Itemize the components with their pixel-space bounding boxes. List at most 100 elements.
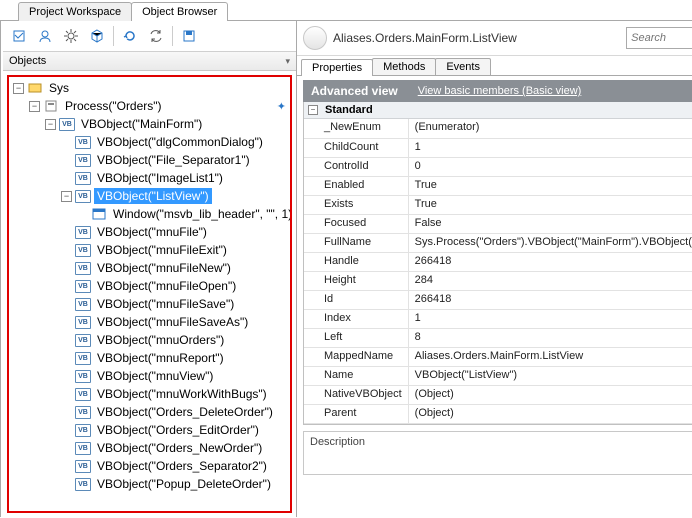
property-row[interactable]: FullNameSys.Process("Orders").VBObject("… [304,233,692,252]
toolbar-btn-refresh[interactable] [118,24,142,48]
property-value[interactable]: VBObject("ListView") [408,366,692,385]
vb-icon: VB [75,296,91,312]
property-name: Enabled [304,176,408,195]
expand-icon[interactable]: − [13,83,24,94]
tree-node[interactable]: VBVBObject("ImageList1") [11,169,290,187]
property-row[interactable]: Left8 [304,328,692,347]
objects-header-dropdown-icon[interactable]: ▾ [285,56,290,67]
property-value[interactable]: 266418 [408,252,692,271]
vb-icon: VB [75,458,91,474]
property-row[interactable]: NameVBObject("ListView") [304,366,692,385]
property-row[interactable]: NativeVBObject(Object)… [304,385,692,404]
tree-label: Window("msvb_lib_header", "", 1) [110,206,292,222]
property-row[interactable]: Parent(Object)… [304,404,692,423]
property-row[interactable]: Id266418 [304,290,692,309]
property-name: Height [304,271,408,290]
tree-node-listview-child[interactable]: Window("msvb_lib_header", "", 1) [11,205,290,223]
property-value[interactable]: 0 [408,157,692,176]
tree-label: VBObject("File_Separator1") [94,152,253,168]
leaf-spacer [61,245,72,256]
section-standard[interactable]: − Standard [304,102,692,119]
property-row[interactable]: Index1 [304,309,692,328]
tree-node[interactable]: VBVBObject("Orders_Separator2") [11,457,290,475]
properties-header: Aliases.Orders.MainForm.ListView 🔍▾ [297,21,692,56]
hint-icon[interactable]: ✦ [277,100,286,113]
property-value[interactable]: True [408,195,692,214]
property-row[interactable]: FocusedFalse [304,214,692,233]
tree-label: VBObject("mnuOrders") [94,332,227,348]
property-row[interactable]: ChildCount1 [304,138,692,157]
property-value[interactable]: (Enumerator)… [408,119,692,138]
property-value[interactable]: 284 [408,271,692,290]
property-value[interactable]: 1 [408,138,692,157]
objects-tree[interactable]: − Sys − Process("Orders") ✦ − VB VBObjec… [7,75,292,513]
tree-node[interactable]: VBVBObject("mnuView") [11,367,290,385]
tree-node[interactable]: VBVBObject("dlgCommonDialog") [11,133,290,151]
toolbar-btn-cube[interactable] [85,24,109,48]
property-row[interactable]: ExistsTrue [304,195,692,214]
tree-node[interactable]: VBVBObject("mnuOrders") [11,331,290,349]
tab-properties[interactable]: Properties [301,59,373,76]
tree-node[interactable]: VBVBObject("mnuFileExit") [11,241,290,259]
tree-node-mainform[interactable]: − VB VBObject("MainForm") [11,115,290,133]
objects-toolbar [3,21,296,52]
toolbar-btn-save[interactable] [177,24,201,48]
property-value[interactable]: Sys.Process("Orders").VBObject("MainForm… [408,233,692,252]
tree-node[interactable]: VBVBObject("mnuWorkWithBugs") [11,385,290,403]
property-row[interactable]: ControlId0 [304,157,692,176]
basic-view-link[interactable]: View basic members (Basic view) [418,85,582,97]
tree-node[interactable]: VBVBObject("mnuFileNew") [11,259,290,277]
tree-node[interactable]: VBVBObject("Orders_DeleteOrder") [11,403,290,421]
tab-object-browser[interactable]: Object Browser [131,2,228,21]
property-value[interactable]: Aliases.Orders.MainForm.ListView… [408,347,692,366]
tree-node[interactable]: VBVBObject("mnuFileSaveAs") [11,313,290,331]
tree-label: VBObject("mnuFileExit") [94,242,230,258]
vb-icon: VB [75,170,91,186]
tree-node-process[interactable]: − Process("Orders") ✦ [11,97,290,115]
property-row[interactable]: _NewEnum(Enumerator)… [304,119,692,138]
tree-node[interactable]: VBVBObject("mnuFile") [11,223,290,241]
property-row[interactable]: Handle266418 [304,252,692,271]
property-value[interactable]: 8 [408,328,692,347]
property-value[interactable]: 1 [408,309,692,328]
tree-node[interactable]: VBVBObject("Orders_NewOrder") [11,439,290,457]
tree-node-sys[interactable]: − Sys [11,79,290,97]
property-value[interactable]: False [408,214,692,233]
toolbar-btn-settings[interactable] [59,24,83,48]
property-value[interactable]: True [408,176,692,195]
property-value[interactable]: 266418 [408,290,692,309]
leaf-spacer [61,479,72,490]
toolbar-btn-refresh-all[interactable] [144,24,168,48]
tab-events[interactable]: Events [435,58,491,75]
description-box: Description [303,431,692,475]
toolbar-btn-user[interactable] [33,24,57,48]
tree-node[interactable]: VBVBObject("Popup_DeleteOrder") [11,475,290,493]
property-name: Handle [304,252,408,271]
tab-methods[interactable]: Methods [372,58,436,75]
property-row[interactable]: EnabledTrue [304,176,692,195]
properties-panel: Aliases.Orders.MainForm.ListView 🔍▾ Prop… [297,21,692,517]
tree-node[interactable]: VBVBObject("File_Separator1") [11,151,290,169]
search-input[interactable] [626,27,692,49]
property-value[interactable]: (Object)… [408,404,692,423]
tree-node-listview[interactable]: − VB VBObject("ListView") [11,187,290,205]
tree-node[interactable]: VBVBObject("mnuFileSave") [11,295,290,313]
property-name: ControlId [304,157,408,176]
tree-label: VBObject("Popup_DeleteOrder") [94,476,274,492]
property-name: _NewEnum [304,119,408,138]
tree-node[interactable]: VBVBObject("mnuFileOpen") [11,277,290,295]
property-name: Index [304,309,408,328]
expand-icon[interactable]: − [45,119,56,130]
expand-icon[interactable]: − [29,101,40,112]
expand-icon[interactable]: − [61,191,72,202]
tree-node[interactable]: VBVBObject("mnuReport") [11,349,290,367]
tab-project-workspace[interactable]: Project Workspace [18,2,132,21]
collapse-icon[interactable]: − [308,105,318,115]
leaf-spacer [61,173,72,184]
toolbar-btn-filter[interactable] [7,24,31,48]
property-row[interactable]: MappedNameAliases.Orders.MainForm.ListVi… [304,347,692,366]
property-row[interactable]: Height284 [304,271,692,290]
property-value[interactable]: (Object)… [408,385,692,404]
tree-node[interactable]: VBVBObject("Orders_EditOrder") [11,421,290,439]
description-label: Description [310,436,365,448]
